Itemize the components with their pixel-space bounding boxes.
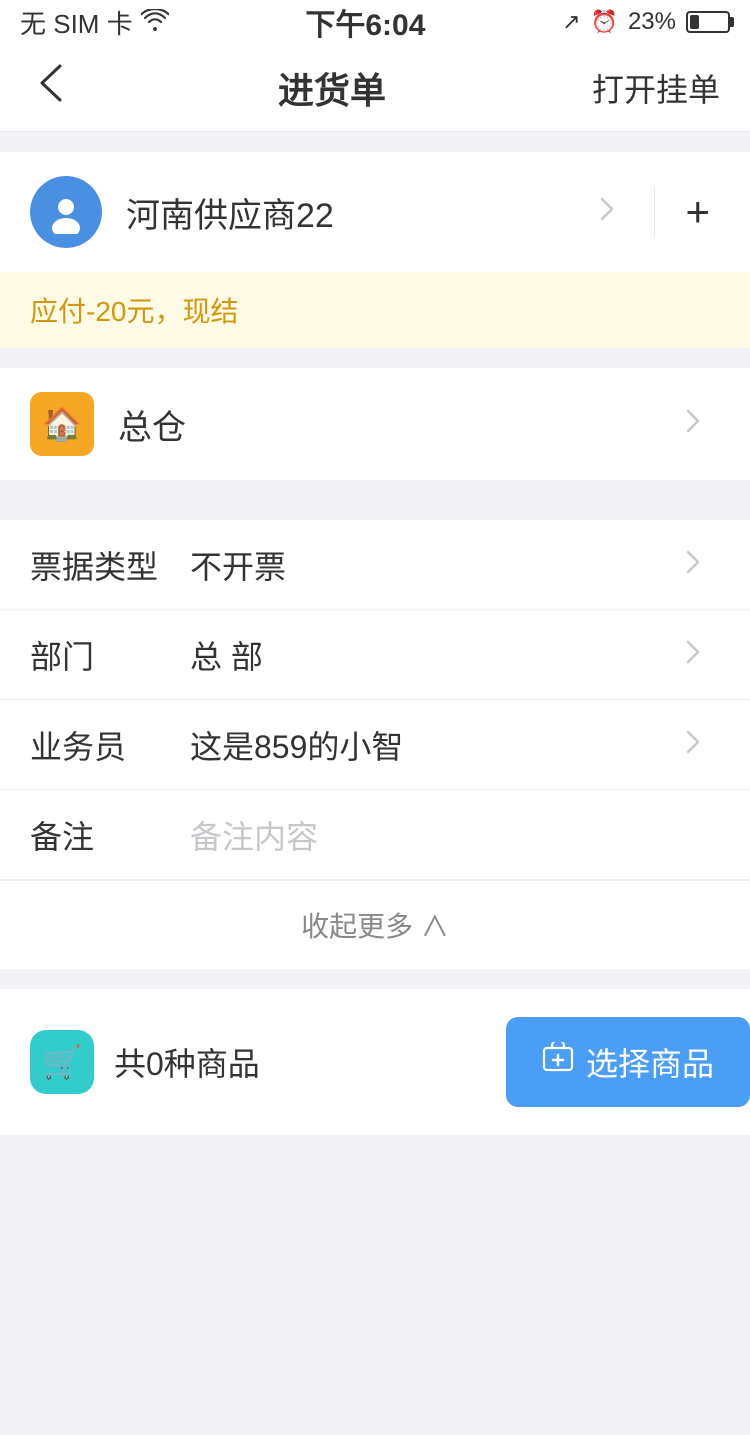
product-count-label: 共0种商品 bbox=[114, 1039, 260, 1085]
supplier-avatar bbox=[30, 176, 102, 248]
invoice-chevron-icon bbox=[686, 548, 700, 582]
warehouse-section: 🏠 总仓 bbox=[0, 368, 750, 480]
department-chevron-icon bbox=[686, 638, 700, 672]
status-left: 无 SIM 卡 bbox=[20, 4, 169, 41]
battery-icon bbox=[686, 11, 730, 33]
wifi-icon bbox=[141, 7, 169, 38]
add-supplier-button[interactable]: + bbox=[675, 178, 720, 246]
invoice-label: 票据类型 bbox=[30, 542, 170, 588]
form-section: 票据类型 不开票 部门 总 部 业务员 这是859的小智 备注 备注内容 bbox=[0, 520, 750, 969]
section-gap-1 bbox=[0, 132, 750, 152]
warehouse-icon-wrap: 🏠 bbox=[30, 392, 94, 456]
collapse-button[interactable]: 收起更多 ∧ bbox=[0, 880, 750, 969]
divider bbox=[654, 187, 655, 237]
back-button[interactable] bbox=[30, 54, 72, 122]
salesman-row[interactable]: 业务员 这是859的小智 bbox=[0, 700, 750, 790]
supplier-row[interactable]: 河南供应商22 + bbox=[0, 152, 750, 272]
select-product-icon bbox=[542, 1042, 574, 1082]
select-product-button[interactable]: 选择商品 bbox=[506, 1017, 750, 1107]
department-row[interactable]: 部门 总 部 bbox=[0, 610, 750, 700]
notice-bar: 应付-20元，现结 bbox=[0, 272, 750, 348]
remark-input[interactable]: 备注内容 bbox=[170, 812, 720, 858]
salesman-value: 这是859的小智 bbox=[170, 722, 686, 768]
notice-text: 应付-20元，现结 bbox=[30, 296, 238, 327]
section-gap-3 bbox=[0, 480, 750, 500]
salesman-label: 业务员 bbox=[30, 722, 170, 768]
remark-label: 备注 bbox=[30, 812, 170, 858]
department-value: 总 部 bbox=[170, 632, 686, 678]
page-remainder bbox=[0, 1135, 750, 1435]
supplier-section: 河南供应商22 + 应付-20元，现结 bbox=[0, 152, 750, 348]
carrier-label: 无 SIM 卡 bbox=[20, 4, 133, 41]
nav-bar: 进货单 打开挂单 bbox=[0, 44, 750, 132]
open-pending-button[interactable]: 打开挂单 bbox=[592, 65, 720, 111]
section-gap-2 bbox=[0, 348, 750, 368]
product-left: 🛒 共0种商品 bbox=[30, 1030, 260, 1094]
invoice-value: 不开票 bbox=[170, 542, 686, 588]
warehouse-row[interactable]: 🏠 总仓 bbox=[0, 368, 750, 480]
time-label: 下午6:04 bbox=[305, 0, 425, 44]
collapse-label: 收起更多 ∧ bbox=[301, 905, 449, 945]
warehouse-icon: 🏠 bbox=[42, 405, 82, 443]
department-label: 部门 bbox=[30, 632, 170, 678]
location-icon: ↗ bbox=[562, 9, 580, 35]
alarm-icon: ⏰ bbox=[591, 9, 618, 35]
page-title: 进货单 bbox=[278, 62, 386, 114]
invoice-row[interactable]: 票据类型 不开票 bbox=[0, 520, 750, 610]
product-icon: 🛒 bbox=[42, 1043, 82, 1081]
status-bar: 无 SIM 卡 下午6:04 ↗ ⏰ 23% bbox=[0, 0, 750, 44]
select-product-label: 选择商品 bbox=[586, 1039, 714, 1085]
product-row: 🛒 共0种商品 选择商品 bbox=[0, 989, 750, 1135]
product-icon-wrap: 🛒 bbox=[30, 1030, 94, 1094]
supplier-chevron-icon bbox=[600, 195, 614, 229]
warehouse-chevron-icon bbox=[686, 407, 700, 441]
battery-percentage: 23% bbox=[628, 8, 676, 36]
salesman-chevron-icon bbox=[686, 728, 700, 762]
warehouse-name: 总仓 bbox=[118, 400, 686, 449]
remark-row[interactable]: 备注 备注内容 bbox=[0, 790, 750, 880]
status-right: ↗ ⏰ 23% bbox=[562, 8, 730, 36]
supplier-name: 河南供应商22 bbox=[126, 188, 600, 237]
section-gap-4 bbox=[0, 969, 750, 989]
